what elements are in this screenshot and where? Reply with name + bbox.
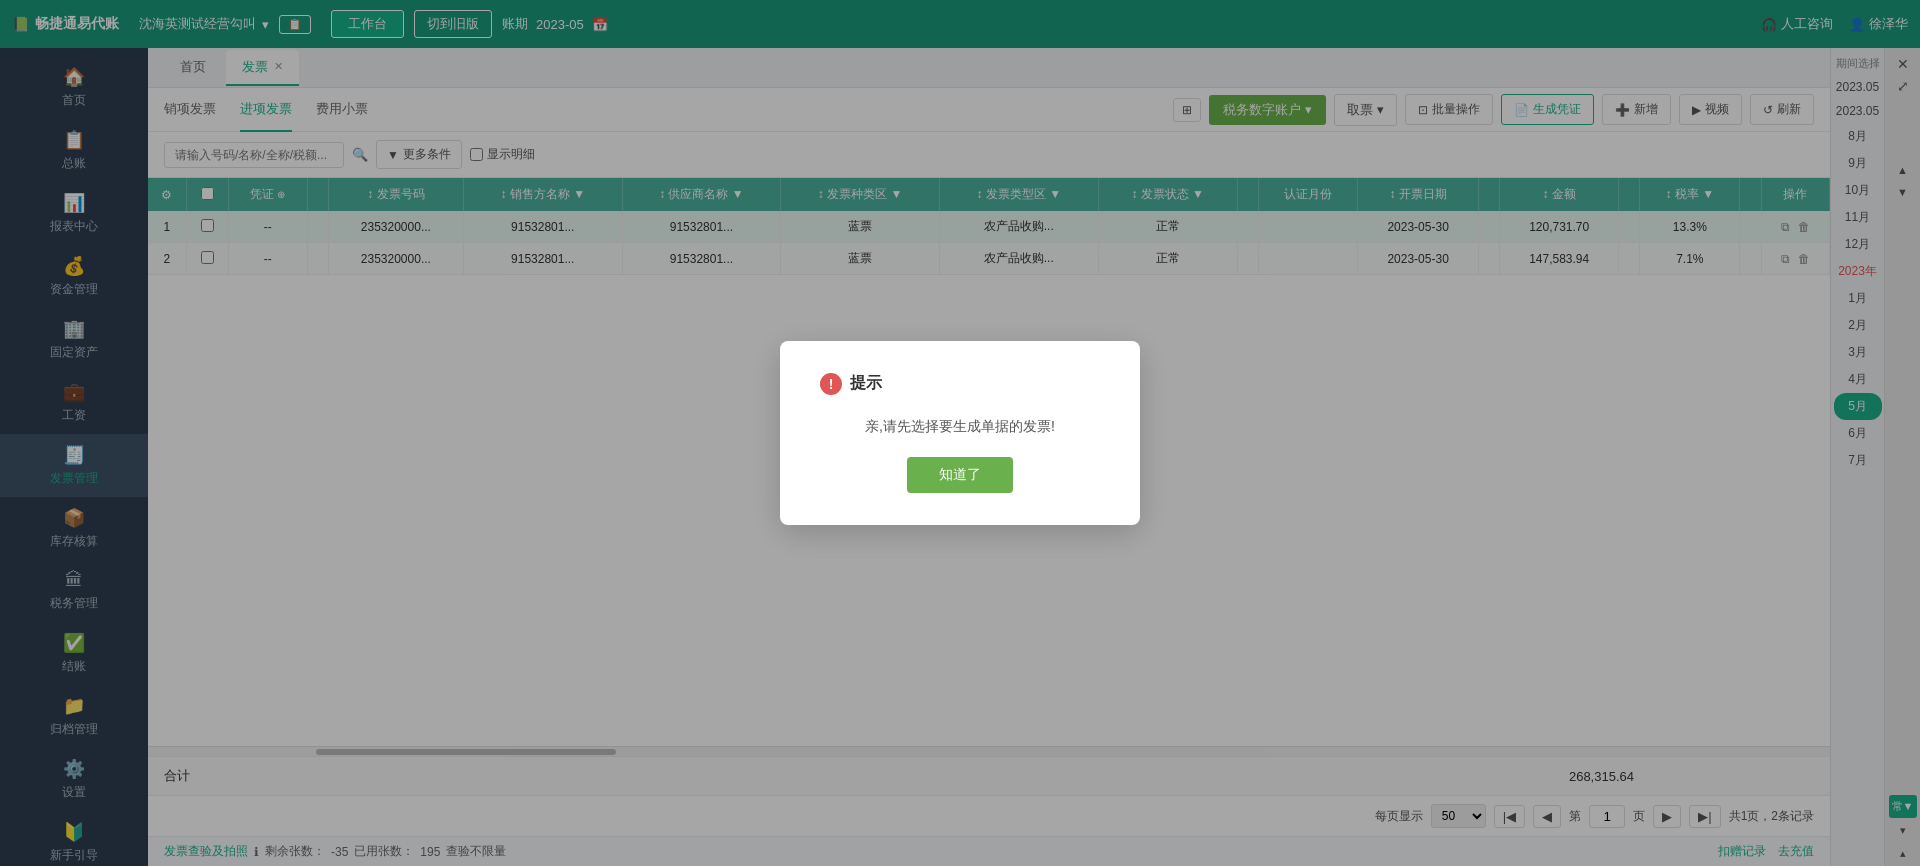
modal-title: 提示 — [850, 373, 882, 394]
modal-overlay: ! 提示 亲,请先选择要生成单据的发票! 知道了 — [0, 0, 1920, 866]
modal-message: 亲,请先选择要生成单据的发票! — [865, 415, 1055, 437]
modal-title-row: ! 提示 — [820, 373, 882, 395]
modal-box: ! 提示 亲,请先选择要生成单据的发票! 知道了 — [780, 341, 1140, 525]
modal-confirm-button[interactable]: 知道了 — [907, 457, 1013, 493]
warning-icon: ! — [820, 373, 842, 395]
